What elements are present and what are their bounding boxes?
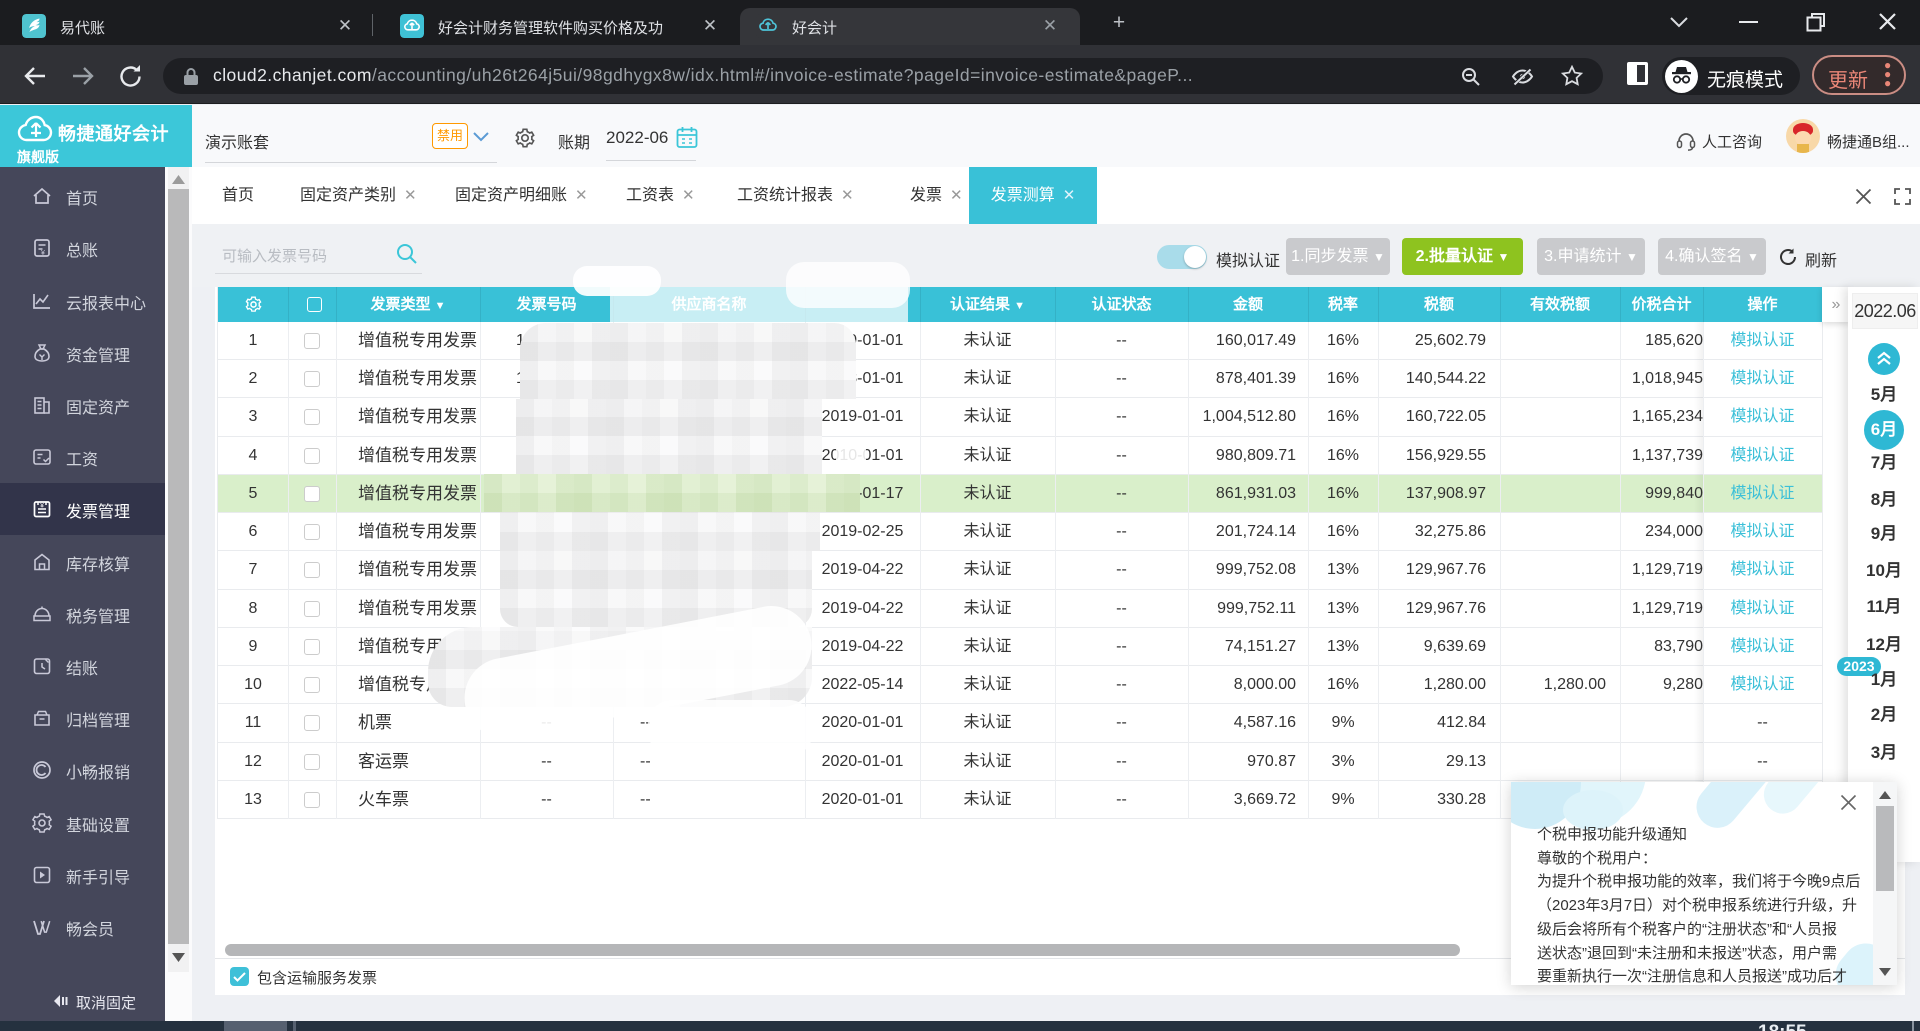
svg-text:¥: ¥ [40, 503, 44, 510]
svg-text:¥: ¥ [41, 250, 45, 257]
